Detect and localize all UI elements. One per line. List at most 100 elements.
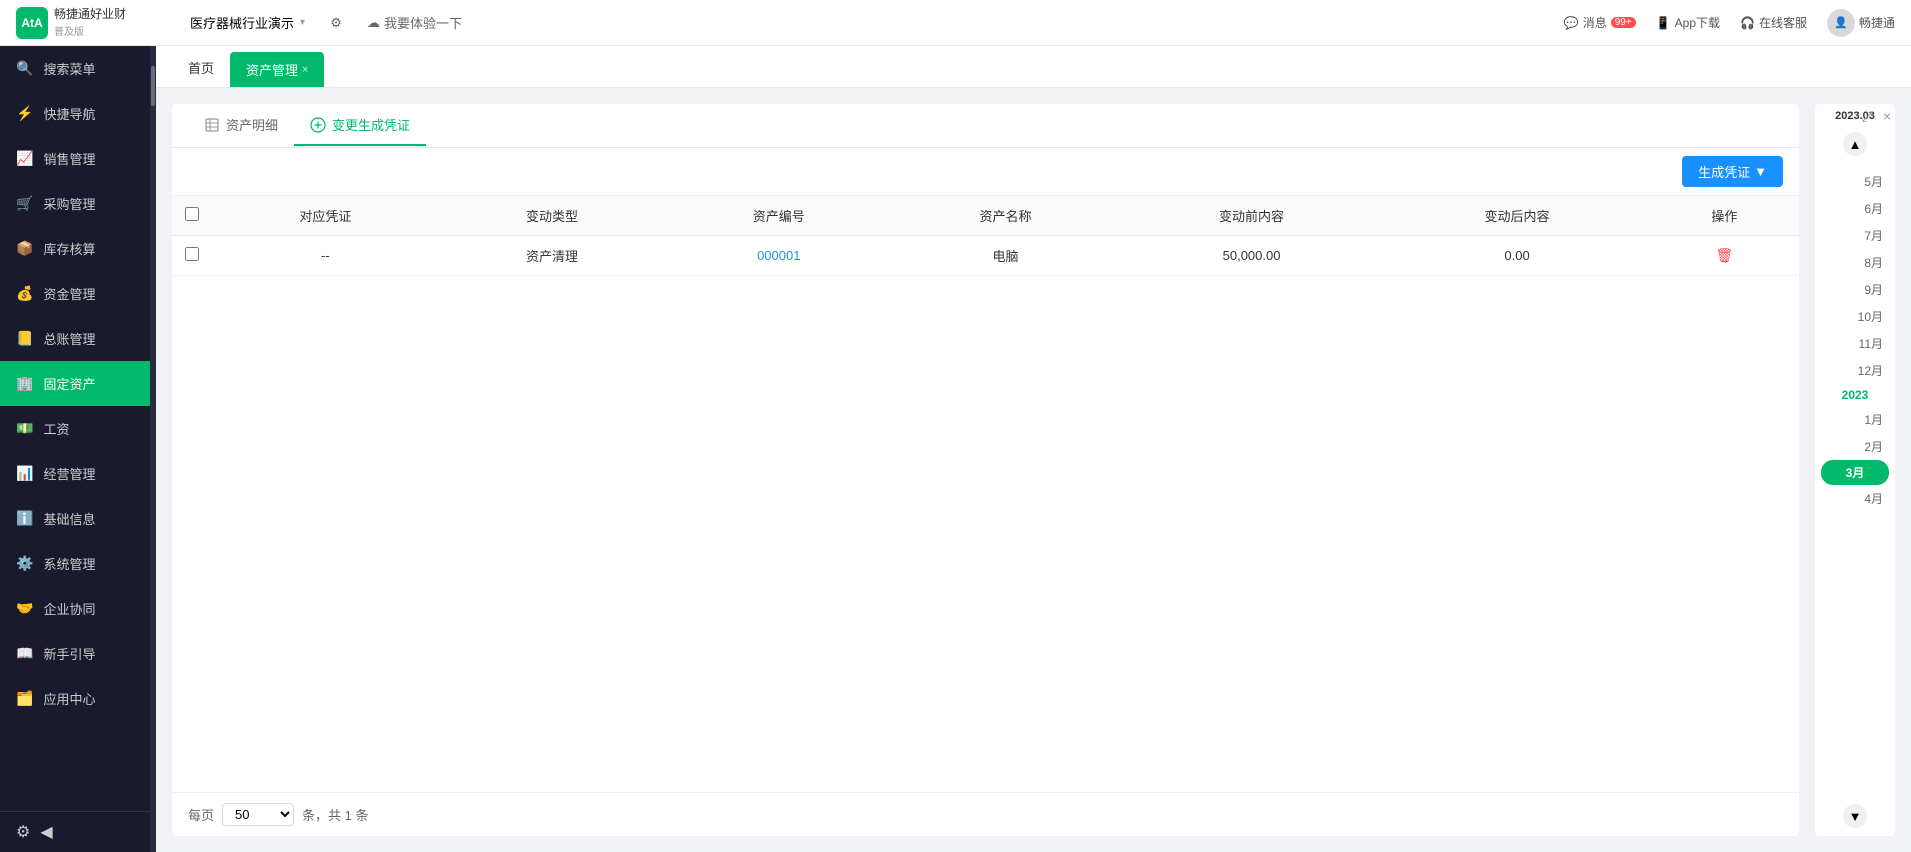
chevron-down-icon: ▾ (300, 17, 305, 28)
per-page-select[interactable]: 102050100 (222, 803, 294, 826)
online-service-label: 在线客服 (1759, 14, 1807, 31)
generate-dropdown-icon: ▼ (1754, 164, 1767, 179)
sidebar-label-inventory: 库存核算 (43, 239, 95, 258)
sidebar-item-system[interactable]: ⚙️ 系统管理 (0, 541, 150, 586)
sidebar-item-guide[interactable]: 📖 新手引导 (0, 631, 150, 676)
sidebar-label-collab: 企业协同 (43, 599, 95, 618)
change-voucher-label: 变更生成凭证 (332, 115, 410, 134)
logo-version: 普及版 (54, 23, 126, 38)
settings-bottom-icon[interactable]: ⚙ (16, 822, 30, 842)
table-wrap: 对应凭证 变动类型 资产编号 资产名称 变动前内容 变动后内容 操作 (172, 196, 1799, 792)
sidebar-item-basic-info[interactable]: ℹ️ 基础信息 (0, 496, 150, 541)
sidebar-item-purchase[interactable]: 🛒 采购管理 (0, 181, 150, 226)
cal-month-5月[interactable]: 5月 (1815, 168, 1895, 195)
cal-month-2023-2月[interactable]: 2月 (1815, 433, 1895, 460)
notification-button[interactable]: 💬 消息 99+ (1564, 14, 1636, 31)
delete-button-0[interactable]: 🗑 (1716, 247, 1734, 263)
sidebar-icon-search: 🔍 (16, 60, 33, 77)
cal-month-7月[interactable]: 7月 (1815, 222, 1895, 249)
sidebar-label-quick-nav: 快捷导航 (43, 104, 95, 123)
sidebar-icon-system: ⚙️ (16, 555, 33, 572)
sidebar-item-quick-nav[interactable]: ⚡ 快捷导航 (0, 91, 150, 136)
table-header-row: 对应凭证 变动类型 资产编号 资产名称 变动前内容 变动后内容 操作 (172, 196, 1799, 236)
panel-expand-button[interactable]: ⤢ (1862, 108, 1873, 125)
sidebar-item-sales[interactable]: 📈 销售管理 (0, 136, 150, 181)
row-checkbox-0[interactable] (185, 247, 199, 261)
notification-label: 消息 (1583, 14, 1607, 31)
cal-month-11月[interactable]: 11月 (1815, 330, 1895, 357)
tab-asset-management[interactable]: 资产管理 × (230, 52, 324, 87)
col-asset-name: 资产名称 (892, 196, 1119, 236)
company-name: 医疗器械行业演示 (190, 13, 294, 32)
select-all-checkbox[interactable] (185, 207, 199, 221)
settings-icon[interactable]: ⚙ (321, 8, 351, 38)
panel-close-button[interactable]: × (1883, 108, 1891, 124)
tab-close-icon[interactable]: × (302, 64, 308, 76)
sidebar-label-sales: 销售管理 (43, 149, 95, 168)
col-change-type: 变动类型 (439, 196, 666, 236)
experience-label: 我要体验一下 (384, 13, 462, 32)
online-service-button[interactable]: 🎧 在线客服 (1740, 14, 1807, 31)
sidebar-item-search[interactable]: 🔍 搜索菜单 (0, 46, 150, 91)
sidebar-item-salary[interactable]: 💵 工资 (0, 406, 150, 451)
row-voucher-0: -- (212, 236, 439, 276)
sidebar-bottom: ⚙ ◀ (0, 811, 150, 852)
cal-month-9月[interactable]: 9月 (1815, 276, 1895, 303)
tab-home[interactable]: 首页 (172, 50, 230, 87)
sidebar-item-inventory[interactable]: 📦 库存核算 (0, 226, 150, 271)
sidebar-icon-fixed-assets: 🏢 (16, 375, 33, 392)
top-header: AtA 畅捷通好业财 普及版 医疗器械行业演示 ▾ ⚙ ☁ 我要体验一下 💬 消… (0, 0, 1911, 46)
scroll-up-button[interactable]: ▲ (1843, 128, 1867, 160)
generate-voucher-button[interactable]: 生成凭证 ▼ (1682, 156, 1783, 187)
scroll-down-button[interactable]: ▼ (1843, 800, 1867, 832)
row-after-0: 0.00 (1384, 236, 1649, 276)
sidebar-icon-basic-info: ℹ️ (16, 510, 33, 527)
cal-month-6月[interactable]: 6月 (1815, 195, 1895, 222)
col-operations: 操作 (1650, 196, 1799, 236)
asset-table: 对应凭证 变动类型 资产编号 资产名称 变动前内容 变动后内容 操作 (172, 196, 1799, 276)
user-area[interactable]: 👤 畅捷通 (1827, 9, 1895, 37)
sidebar-icon-purchase: 🛒 (16, 195, 33, 212)
table-icon (204, 117, 220, 133)
generate-voucher-label: 生成凭证 (1698, 162, 1750, 181)
cloud-icon: ☁ (367, 15, 380, 31)
sidebar-item-funds[interactable]: 💰 资金管理 (0, 271, 150, 316)
sub-tab-asset-detail[interactable]: 资产明细 (188, 105, 294, 146)
cal-month-12月[interactable]: 12月 (1815, 357, 1895, 384)
cal-month-2023-4月[interactable]: 4月 (1815, 485, 1895, 512)
scroll-thumb (151, 66, 155, 106)
sidebar-label-purchase: 采购管理 (43, 194, 95, 213)
sidebar-item-app-center[interactable]: 🗂️ 应用中心 (0, 676, 150, 721)
col-asset-code: 资产编号 (665, 196, 892, 236)
cal-year-2023: 2023 (1815, 384, 1895, 406)
cal-month-10月[interactable]: 10月 (1815, 303, 1895, 330)
sidebar-label-salary: 工资 (43, 419, 69, 438)
experience-button[interactable]: ☁ 我要体验一下 (367, 13, 462, 32)
company-selector[interactable]: 医疗器械行业演示 ▾ (182, 9, 313, 36)
sidebar-icon-funds: 💰 (16, 285, 33, 302)
sub-tab-change-voucher[interactable]: 变更生成凭证 (294, 105, 426, 146)
col-voucher: 对应凭证 (212, 196, 439, 236)
sidebar-icon-operations: 📊 (16, 465, 33, 482)
table-body: -- 资产清理 000001 电脑 50,000.00 0.00 🗑 (172, 236, 1799, 276)
logo-name: 畅捷通好业财 (54, 7, 126, 23)
page-content: 资产明细 变更生成凭证 生成凭证 ▼ (156, 88, 1911, 852)
headset-icon: 🎧 (1740, 16, 1755, 30)
row-asset-code-0[interactable]: 000001 (665, 236, 892, 276)
calendar-scroll[interactable]: 5月6月7月8月9月10月11月12月20231月2月3月4月 (1815, 164, 1895, 796)
sidebar-item-collab[interactable]: 🤝 企业协同 (0, 586, 150, 631)
scroll-down-arrow: ▼ (1843, 804, 1867, 828)
sidebar-item-fixed-assets[interactable]: 🏢 固定资产 (0, 361, 150, 406)
cal-month-2023-1月[interactable]: 1月 (1815, 406, 1895, 433)
sidebar-item-ledger[interactable]: 📒 总账管理 (0, 316, 150, 361)
cal-month-8月[interactable]: 8月 (1815, 249, 1895, 276)
collapse-icon[interactable]: ◀ (40, 822, 52, 842)
sidebar-item-operations[interactable]: 📊 经营管理 (0, 451, 150, 496)
scroll-up-arrow: ▲ (1843, 132, 1867, 156)
cal-month-2023-3月[interactable]: 3月 (1821, 460, 1889, 485)
col-after-content: 变动后内容 (1384, 196, 1649, 236)
col-before-content: 变动前内容 (1119, 196, 1384, 236)
app-download-button[interactable]: 📱 App下载 (1656, 14, 1720, 31)
sidebar-icon-guide: 📖 (16, 645, 33, 662)
sidebar-icon-salary: 💵 (16, 420, 33, 437)
